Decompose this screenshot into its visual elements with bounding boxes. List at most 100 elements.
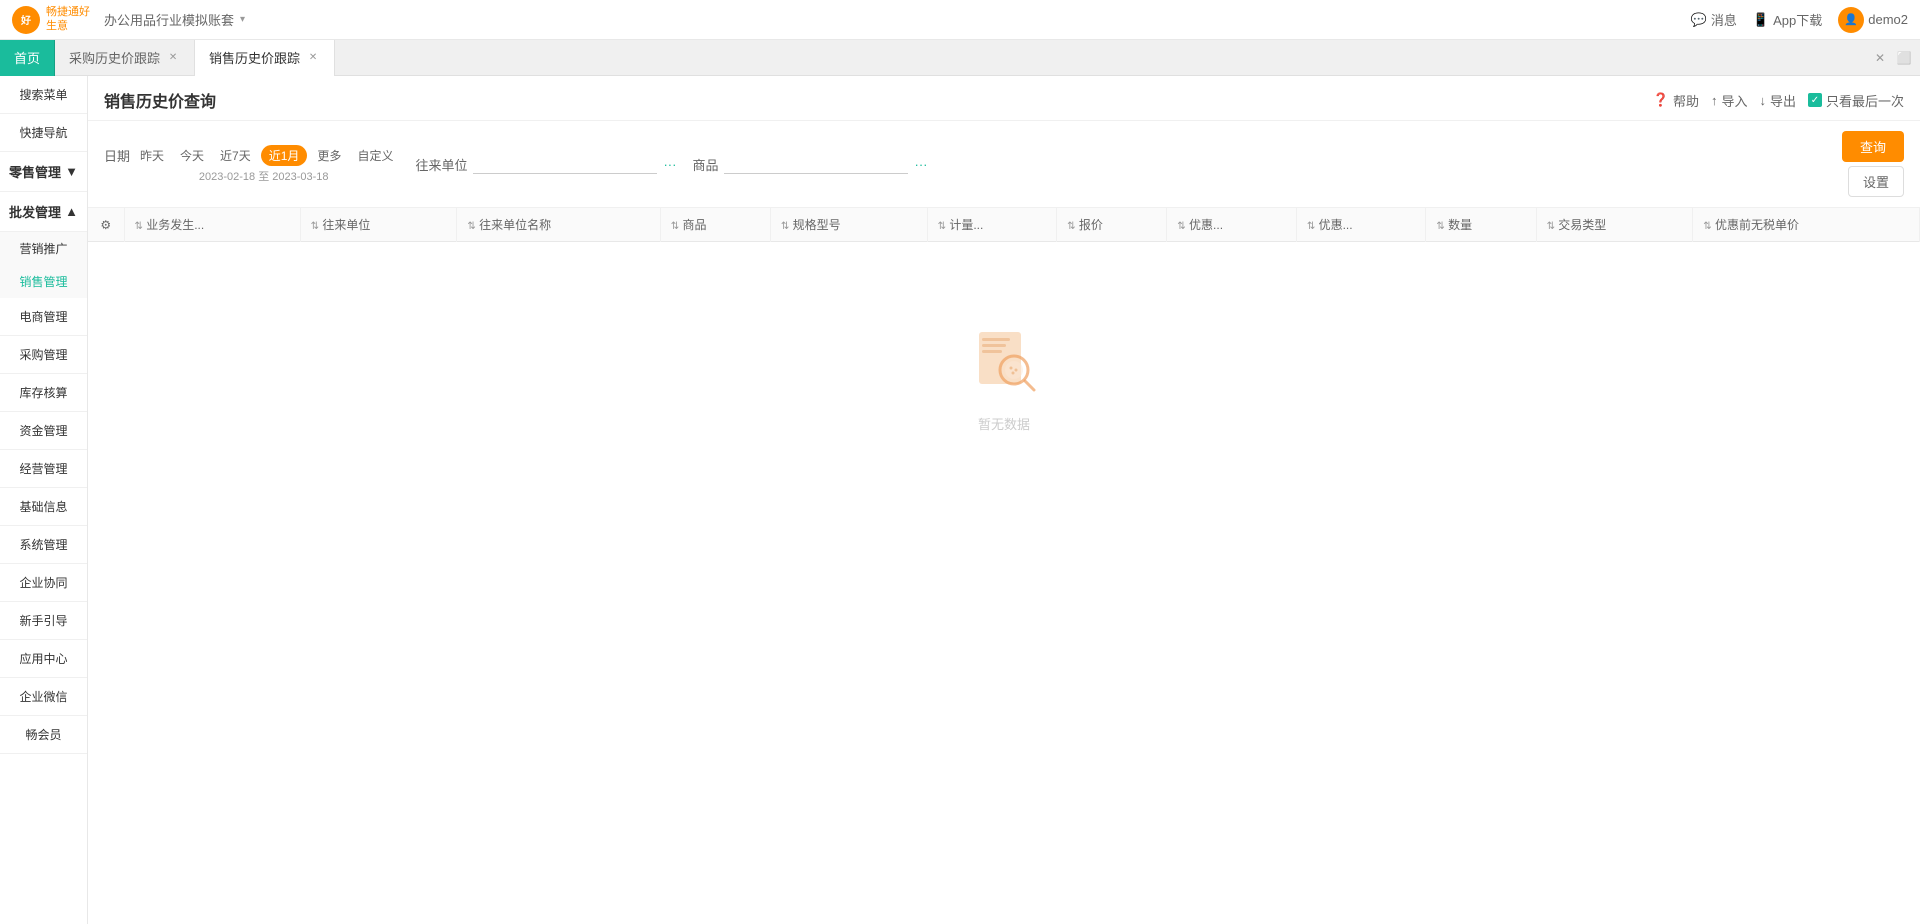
th-settings[interactable]: ⚙: [88, 208, 124, 242]
enterprise-wechat-label: 企业微信: [19, 688, 67, 705]
sidebar-item-enterprise-coop[interactable]: 企业协同: [0, 564, 87, 602]
window-close-btn[interactable]: ✕: [1872, 50, 1888, 66]
import-btn[interactable]: ↑ 导入: [1711, 91, 1748, 110]
sidebar-item-retail-mgmt[interactable]: 零售管理 ▼: [0, 152, 87, 192]
date-btn-today[interactable]: 今天: [174, 145, 210, 166]
sidebar-item-marketing[interactable]: 营销推广: [0, 232, 87, 265]
sidebar-item-sales-mgmt[interactable]: 销售管理: [0, 265, 87, 298]
top-header: 好 畅捷通好生意 办公用品行业模拟账套 ▾ 💬 消息 📱 App下载 👤 dem…: [0, 0, 1920, 40]
import-label: 导入: [1721, 91, 1747, 110]
only-last-text: 只看最后一次: [1826, 91, 1904, 110]
date-btn-custom[interactable]: 自定义: [351, 145, 399, 166]
member-label: 畅会员: [25, 726, 61, 743]
app-center-label: 应用中心: [19, 650, 67, 667]
purchase-mgmt-label: 采购管理: [19, 346, 67, 363]
tab-sales[interactable]: 销售历史价跟踪 ✕: [195, 40, 335, 76]
tab-purchase-close[interactable]: ✕: [166, 51, 180, 65]
date-btn-7days[interactable]: 近7天: [214, 145, 257, 166]
goods-filter-group: 商品 ···: [692, 154, 927, 174]
date-buttons: 日期 昨天 今天 近7天 近1月 更多 自定义: [104, 145, 399, 166]
goods-label: 商品: [692, 155, 718, 174]
sidebar-item-operations[interactable]: 经营管理: [0, 450, 87, 488]
th-partner-name[interactable]: ⇅ 往来单位名称: [457, 208, 660, 242]
th-unit[interactable]: ⇅ 计量...: [927, 208, 1057, 242]
th-goods-icon: ⇅: [671, 221, 679, 232]
tab-bar-right: ✕ ⬜: [1872, 50, 1920, 66]
main-layout: 搜索菜单 快捷导航 零售管理 ▼ 批发管理 ▲ 营销推广 销售管理 电商管理 采…: [0, 76, 1920, 924]
sidebar-item-system[interactable]: 系统管理: [0, 526, 87, 564]
guide-label: 新手引导: [19, 612, 67, 629]
title-dropdown-icon[interactable]: ▾: [240, 14, 245, 25]
sidebar-item-finance[interactable]: 资金管理: [0, 412, 87, 450]
search-button[interactable]: 查询: [1842, 131, 1904, 162]
date-btn-yesterday[interactable]: 昨天: [134, 145, 170, 166]
message-icon: 💬: [1691, 12, 1707, 28]
filter-area: 日期 昨天 今天 近7天 近1月 更多 自定义 2023-02-18 至 202…: [88, 121, 1920, 208]
logo-area: 好 畅捷通好生意: [12, 6, 96, 34]
partner-dots[interactable]: ···: [663, 157, 676, 172]
date-btn-more[interactable]: 更多: [311, 145, 347, 166]
logo-abbr: 好: [21, 12, 31, 27]
empty-illustration: [964, 322, 1044, 402]
sidebar-item-quick-nav[interactable]: 快捷导航: [0, 114, 87, 152]
only-last-label[interactable]: ✓ 只看最后一次: [1808, 91, 1904, 110]
help-label: 帮助: [1673, 91, 1699, 110]
header-right: 💬 消息 📱 App下载 👤 demo2: [1691, 7, 1908, 33]
th-goods[interactable]: ⇅ 商品: [660, 208, 770, 242]
th-discount1[interactable]: ⇅ 优惠...: [1167, 208, 1297, 242]
date-filter-group: 日期 昨天 今天 近7天 近1月 更多 自定义 2023-02-18 至 202…: [104, 145, 399, 184]
help-btn[interactable]: ❓ 帮助: [1653, 91, 1699, 110]
goods-input[interactable]: [724, 154, 908, 174]
marketing-label: 营销推广: [19, 242, 67, 256]
partner-input[interactable]: [473, 154, 657, 174]
app-title-bar: 办公用品行业模拟账套 ▾: [104, 10, 245, 29]
avatar: 👤: [1838, 7, 1864, 33]
logo-text: 畅捷通好生意: [46, 6, 96, 32]
th-discount2[interactable]: ⇅ 优惠...: [1296, 208, 1426, 242]
window-maximize-btn[interactable]: ⬜: [1896, 50, 1912, 66]
tab-bar: 首页 采购历史价跟踪 ✕ 销售历史价跟踪 ✕ ✕ ⬜: [0, 40, 1920, 76]
th-trade-type[interactable]: ⇅ 交易类型: [1536, 208, 1693, 242]
th-unit-icon: ⇅: [938, 221, 946, 232]
message-label: 消息: [1711, 10, 1737, 29]
date-btn-1month[interactable]: 近1月: [261, 145, 308, 166]
user-profile[interactable]: 👤 demo2: [1838, 7, 1908, 33]
sidebar-item-guide[interactable]: 新手引导: [0, 602, 87, 640]
th-partner-code-icon: ⇅: [311, 221, 319, 232]
app-download-btn[interactable]: 📱 App下载: [1753, 10, 1822, 29]
download-icon: 📱: [1753, 12, 1769, 28]
sidebar-item-enterprise-wechat[interactable]: 企业微信: [0, 678, 87, 716]
th-quantity[interactable]: ⇅ 数量: [1426, 208, 1536, 242]
th-spec[interactable]: ⇅ 规格型号: [770, 208, 927, 242]
export-btn[interactable]: ↓ 导出: [1759, 91, 1796, 110]
tab-home[interactable]: 首页: [0, 40, 55, 76]
sidebar-item-app-center[interactable]: 应用中心: [0, 640, 87, 678]
sidebar-item-ecommerce[interactable]: 电商管理: [0, 298, 87, 336]
th-quote[interactable]: ⇅ 报价: [1057, 208, 1167, 242]
app-title: 办公用品行业模拟账套: [104, 10, 234, 29]
th-biz-date[interactable]: ⇅ 业务发生...: [124, 208, 300, 242]
goods-dots[interactable]: ···: [914, 157, 927, 172]
sidebar-item-member[interactable]: 畅会员: [0, 716, 87, 754]
th-biz-date-icon: ⇅: [135, 221, 143, 232]
th-quantity-icon: ⇅: [1436, 221, 1444, 232]
sidebar-item-search-menu[interactable]: 搜索菜单: [0, 76, 87, 114]
table-header-row: ⚙ ⇅ 业务发生... ⇅ 往来单位 ⇅ 往来单位名称 ⇅ 商品: [88, 208, 1920, 242]
th-partner-code[interactable]: ⇅ 往来单位: [300, 208, 457, 242]
th-trade-type-icon: ⇅: [1547, 221, 1555, 232]
inventory-label: 库存核算: [19, 384, 67, 401]
tab-sales-label: 销售历史价跟踪: [209, 48, 300, 67]
sidebar-item-purchase-mgmt[interactable]: 采购管理: [0, 336, 87, 374]
message-btn[interactable]: 💬 消息: [1691, 10, 1737, 29]
app-download-label: App下载: [1773, 10, 1822, 29]
sidebar-item-wholesale-mgmt[interactable]: 批发管理 ▲: [0, 192, 87, 232]
th-discount2-icon: ⇅: [1307, 221, 1315, 232]
th-pretax-price[interactable]: ⇅ 优惠前无税单价: [1693, 208, 1920, 242]
settings-button[interactable]: 设置: [1848, 166, 1904, 197]
filter-row: 日期 昨天 今天 近7天 近1月 更多 自定义 2023-02-18 至 202…: [104, 131, 1904, 197]
only-last-checkbox[interactable]: ✓: [1808, 93, 1822, 107]
sidebar-item-base-info[interactable]: 基础信息: [0, 488, 87, 526]
tab-purchase[interactable]: 采购历史价跟踪 ✕: [55, 40, 195, 76]
sidebar-item-inventory[interactable]: 库存核算: [0, 374, 87, 412]
tab-sales-close[interactable]: ✕: [306, 51, 320, 65]
